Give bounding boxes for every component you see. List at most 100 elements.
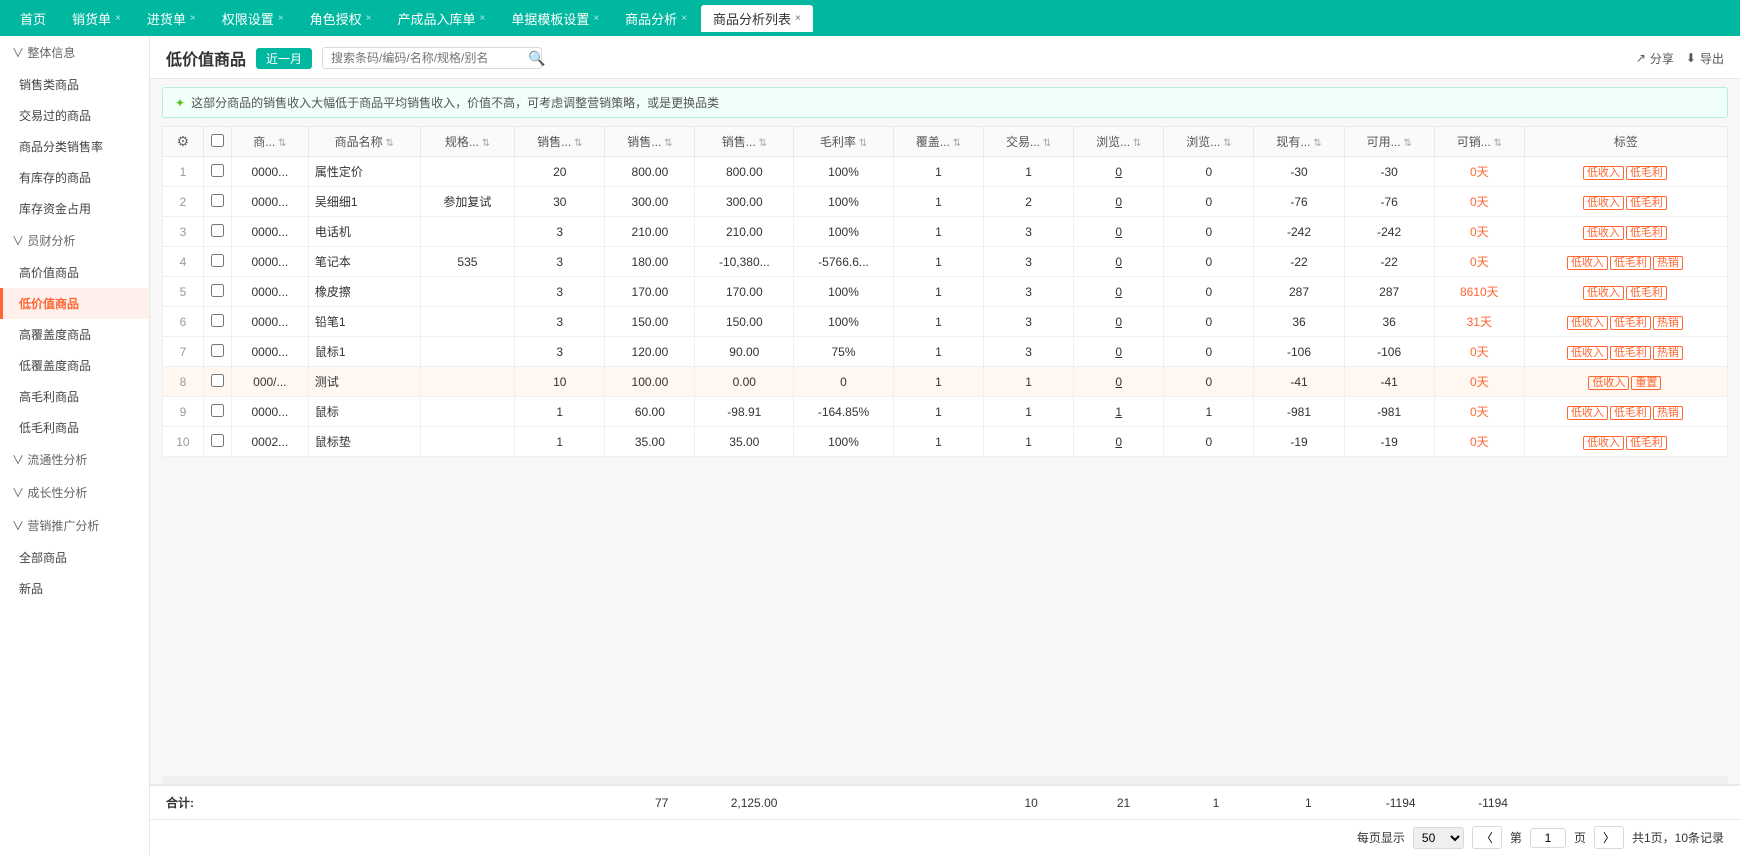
row-price: 120.00 bbox=[605, 337, 695, 367]
close-icon[interactable]: × bbox=[115, 13, 121, 24]
row-checkbox-cell[interactable] bbox=[203, 337, 231, 367]
row-checkbox[interactable] bbox=[211, 344, 224, 357]
notice-text: 这部分商品的销售收入大幅低于商品平均销售收入，价值不高，可考虑调整营销策略，或是… bbox=[191, 94, 719, 111]
row-settings-cell: 1 bbox=[163, 157, 204, 187]
row-view1[interactable]: 0 bbox=[1074, 277, 1164, 307]
row-view1[interactable]: 0 bbox=[1074, 307, 1164, 337]
col-view1[interactable]: 浏览... bbox=[1074, 127, 1164, 157]
col-spec[interactable]: 规格... bbox=[420, 127, 515, 157]
nav-home[interactable]: 首页 bbox=[8, 5, 58, 32]
nav-permission[interactable]: 权限设置 × bbox=[210, 5, 296, 32]
row-code: 0000... bbox=[231, 397, 308, 427]
nav-product-storage[interactable]: 产成品入库单 × bbox=[385, 5, 497, 32]
row-view1[interactable]: 0 bbox=[1074, 427, 1164, 457]
row-view1[interactable]: 0 bbox=[1074, 337, 1164, 367]
row-checkbox-cell[interactable] bbox=[203, 367, 231, 397]
row-number: 8 bbox=[180, 375, 187, 389]
settings-icon[interactable]: ⚙ bbox=[177, 133, 190, 149]
row-view1[interactable]: 0 bbox=[1074, 187, 1164, 217]
sidebar-group-finance[interactable]: ∨ 员财分析 bbox=[0, 224, 149, 257]
row-checkbox[interactable] bbox=[211, 404, 224, 417]
sidebar-item-stock-products[interactable]: 有库存的商品 bbox=[0, 162, 149, 193]
close-icon[interactable]: × bbox=[681, 13, 687, 24]
row-checkbox-cell[interactable] bbox=[203, 307, 231, 337]
page-input[interactable] bbox=[1530, 828, 1566, 848]
col-avail[interactable]: 可用... bbox=[1344, 127, 1434, 157]
sidebar-item-high-margin[interactable]: 高毛利商品 bbox=[0, 381, 149, 412]
close-icon[interactable]: × bbox=[190, 13, 196, 24]
close-icon[interactable]: × bbox=[479, 13, 485, 24]
col-view2[interactable]: 浏览... bbox=[1164, 127, 1254, 157]
row-number: 5 bbox=[180, 285, 187, 299]
export-button[interactable]: ⬇ 导出 bbox=[1686, 50, 1724, 67]
col-price[interactable]: 销售... bbox=[605, 127, 695, 157]
sidebar-group-growth[interactable]: ∨ 成长性分析 bbox=[0, 476, 149, 509]
col-margin[interactable]: 毛利率 bbox=[794, 127, 894, 157]
sidebar-item-low-value[interactable]: 低价值商品 bbox=[0, 288, 149, 319]
nav-product-analysis[interactable]: 商品分析 × bbox=[613, 5, 699, 32]
row-checkbox[interactable] bbox=[211, 374, 224, 387]
sidebar-item-traded-products[interactable]: 交易过的商品 bbox=[0, 100, 149, 131]
search-input[interactable] bbox=[322, 47, 542, 69]
select-all-checkbox[interactable] bbox=[211, 134, 224, 147]
share-button[interactable]: ↗ 分享 bbox=[1636, 50, 1674, 67]
row-checkbox-cell[interactable] bbox=[203, 427, 231, 457]
col-name[interactable]: 商品名称 bbox=[308, 127, 420, 157]
sidebar-item-high-value[interactable]: 高价值商品 bbox=[0, 257, 149, 288]
row-view1[interactable]: 0 bbox=[1074, 157, 1164, 187]
sidebar-item-category-sales[interactable]: 商品分类销售率 bbox=[0, 131, 149, 162]
row-checkbox-cell[interactable] bbox=[203, 277, 231, 307]
prev-page-button[interactable]: 〈 bbox=[1472, 826, 1502, 849]
nav-role-auth[interactable]: 角色授权 × bbox=[298, 5, 384, 32]
row-checkbox-cell[interactable] bbox=[203, 157, 231, 187]
col-code[interactable]: 商... bbox=[231, 127, 308, 157]
close-icon[interactable]: × bbox=[795, 13, 801, 24]
row-checkbox-cell[interactable] bbox=[203, 217, 231, 247]
col-trade[interactable]: 交易... bbox=[984, 127, 1074, 157]
row-checkbox[interactable] bbox=[211, 314, 224, 327]
sidebar-item-high-coverage[interactable]: 高覆盖度商品 bbox=[0, 319, 149, 350]
sidebar-group-liquidity[interactable]: ∨ 流通性分析 bbox=[0, 443, 149, 476]
row-view1[interactable]: 0 bbox=[1074, 247, 1164, 277]
row-checkbox-cell[interactable] bbox=[203, 187, 231, 217]
col-stock1[interactable]: 现有... bbox=[1254, 127, 1344, 157]
time-filter-button[interactable]: 近一月 bbox=[256, 48, 312, 69]
sidebar-item-all-products[interactable]: 全部商品 bbox=[0, 542, 149, 573]
col-checkbox[interactable] bbox=[203, 127, 231, 157]
row-view1[interactable]: 0 bbox=[1074, 217, 1164, 247]
sidebar-group-marketing[interactable]: ∨ 营销推广分析 bbox=[0, 509, 149, 542]
sidebar-item-low-coverage[interactable]: 低覆盖度商品 bbox=[0, 350, 149, 381]
nav-purchase-order[interactable]: 进货单 × bbox=[135, 5, 208, 32]
row-checkbox[interactable] bbox=[211, 434, 224, 447]
sidebar-item-low-margin[interactable]: 低毛利商品 bbox=[0, 412, 149, 443]
nav-sales-order[interactable]: 销货单 × bbox=[60, 5, 133, 32]
close-icon[interactable]: × bbox=[593, 13, 599, 24]
search-icon[interactable]: 🔍 bbox=[528, 50, 545, 67]
col-settings[interactable]: ⚙ bbox=[163, 127, 204, 157]
row-trade: 2 bbox=[984, 187, 1074, 217]
horizontal-scrollbar[interactable] bbox=[162, 776, 1728, 784]
col-sale2[interactable]: 销售... bbox=[695, 127, 794, 157]
row-view1[interactable]: 0 bbox=[1074, 367, 1164, 397]
col-qty[interactable]: 销售... bbox=[515, 127, 605, 157]
nav-template-settings[interactable]: 单据模板设置 × bbox=[499, 5, 611, 32]
row-checkbox[interactable] bbox=[211, 224, 224, 237]
sidebar-group-overall[interactable]: ∨ 整体信息 bbox=[0, 36, 149, 69]
page-size-select[interactable]: 50 100 200 bbox=[1413, 827, 1464, 849]
row-checkbox-cell[interactable] bbox=[203, 247, 231, 277]
row-checkbox[interactable] bbox=[211, 194, 224, 207]
col-sell[interactable]: 可销... bbox=[1434, 127, 1524, 157]
col-cover[interactable]: 覆盖... bbox=[893, 127, 983, 157]
close-icon[interactable]: × bbox=[366, 13, 372, 24]
sidebar-item-inventory-fund[interactable]: 库存资金占用 bbox=[0, 193, 149, 224]
row-checkbox-cell[interactable] bbox=[203, 397, 231, 427]
next-page-button[interactable]: 〉 bbox=[1594, 826, 1624, 849]
close-icon[interactable]: × bbox=[278, 13, 284, 24]
row-view1[interactable]: 1 bbox=[1074, 397, 1164, 427]
row-checkbox[interactable] bbox=[211, 164, 224, 177]
nav-product-analysis-list[interactable]: 商品分析列表 × bbox=[701, 5, 813, 32]
row-checkbox[interactable] bbox=[211, 284, 224, 297]
row-checkbox[interactable] bbox=[211, 254, 224, 267]
sidebar-item-new-products[interactable]: 新品 bbox=[0, 573, 149, 604]
sidebar-item-sales-products[interactable]: 销售类商品 bbox=[0, 69, 149, 100]
